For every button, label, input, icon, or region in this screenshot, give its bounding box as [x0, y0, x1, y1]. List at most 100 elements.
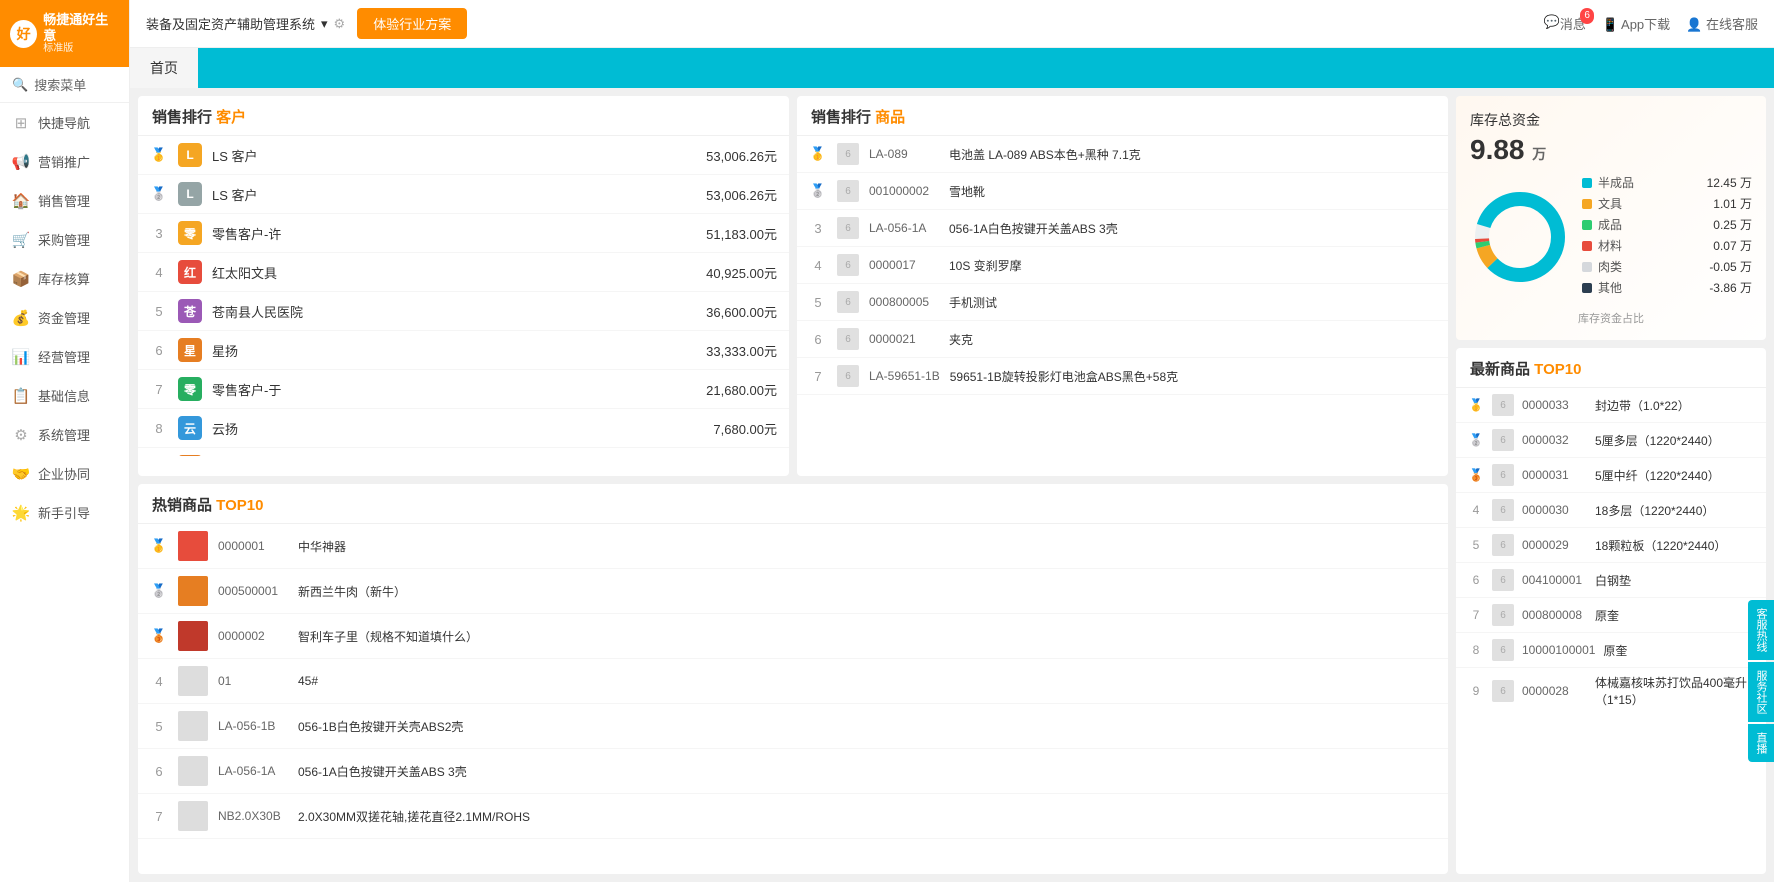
- message-btn[interactable]: 💬 6 消息: [1544, 14, 1586, 33]
- product-icon: 6: [837, 143, 859, 165]
- sidebar-item-label: 营销推广: [38, 152, 90, 171]
- table-row: 4 红 红太阳文具 40,925.00元: [138, 253, 789, 292]
- top-customers-card: 销售排行 客户 🥇 L LS 客户 53,006.26元 🥈 L LS 客户: [138, 96, 789, 476]
- chevron-down-icon: ▾: [321, 16, 328, 32]
- settings-icon[interactable]: ⚙: [334, 16, 346, 32]
- inventory-card: 库存总资金 9.88 万: [1456, 96, 1766, 340]
- legend-item: 半成品 12.45 万: [1582, 174, 1752, 191]
- rank-badge: 苍: [178, 299, 202, 323]
- float-live-btn[interactable]: 直播: [1748, 724, 1774, 762]
- sidebar-item-purchase[interactable]: 🛒 采购管理: [0, 220, 129, 259]
- legend-item: 肉类 -0.05 万: [1582, 258, 1752, 275]
- table-row: 3 6 LA-056-1A 056-1A白色按键开关盖ABS 3壳: [797, 210, 1448, 247]
- sidebar-item-label: 新手引导: [38, 503, 90, 522]
- product-image: [178, 576, 208, 606]
- new-products-title: 最新商品 TOP10: [1456, 348, 1766, 388]
- sidebar-item-cooperation[interactable]: 🤝 企业协同: [0, 454, 129, 493]
- list-item: 7 NB2.0X30B 2.0X30MM双搓花轴,搓花直径2.1MM/ROHS: [138, 794, 1448, 839]
- sidebar-item-marketing[interactable]: 📢 营销推广: [0, 142, 129, 181]
- list-item: 5 6 0000029 18颗粒板（1220*2440）: [1456, 528, 1766, 563]
- legend-item: 其他 -3.86 万: [1582, 279, 1752, 296]
- table-row: 5 苍 苍南县人民医院 36,600.00元: [138, 292, 789, 331]
- rank-badge: 星: [178, 338, 202, 362]
- top-sales-products-list: 🥇 6 LA-089 电池盖 LA-089 ABS本色+黑种 7.1克 🥈 6 …: [797, 136, 1448, 395]
- list-item: 5 LA-056-1B 056-1B白色按键开关壳ABS2壳: [138, 704, 1448, 749]
- finance-icon: 💰: [12, 309, 30, 327]
- product-icon: 6: [837, 254, 859, 276]
- product-image: [178, 666, 208, 696]
- sidebar-item-sales[interactable]: 🏠 销售管理: [0, 181, 129, 220]
- system-selector[interactable]: 装备及固定资产辅助管理系统 ▾ ⚙: [146, 14, 345, 33]
- rank-badge: 云: [178, 455, 202, 456]
- system-icon: ⚙: [12, 426, 30, 444]
- rank-badge: 零: [178, 221, 202, 245]
- top-customers-title: 销售排行 客户: [138, 96, 789, 136]
- list-item: 8 0000011 12070519-xs: [138, 839, 1448, 844]
- online-service-btn[interactable]: 👤 在线客服: [1686, 14, 1758, 33]
- table-row: 3 零 零售客户-许 51,183.00元: [138, 214, 789, 253]
- quick-nav-icon: ⊞: [12, 114, 30, 132]
- sidebar-item-operation[interactable]: 📊 经营管理: [0, 337, 129, 376]
- sidebar: 好 畅捷通好生意 标准版 🔍 搜索菜单 ⊞ 快捷导航 📢 营销推广 🏠 销售管理…: [0, 0, 130, 882]
- list-item: 7 6 000800008 原奎: [1456, 598, 1766, 633]
- list-item: 🥇 0000001 中华神器: [138, 524, 1448, 569]
- product-icon: 6: [837, 291, 859, 313]
- tab-home[interactable]: 首页: [130, 48, 198, 88]
- legend-item: 材料 0.07 万: [1582, 237, 1752, 254]
- guide-icon: 🌟: [12, 504, 30, 522]
- sidebar-item-label: 基础信息: [38, 386, 90, 405]
- table-row: 4 6 0000017 10S 变刹罗摩: [797, 247, 1448, 284]
- table-row: 🥈 6 001000002 雪地靴: [797, 173, 1448, 210]
- float-service: 客服热线 服务社区 直播: [1748, 600, 1774, 762]
- sidebar-item-label: 销售管理: [38, 191, 90, 210]
- sidebar-item-guide[interactable]: 🌟 新手引导: [0, 493, 129, 532]
- hot-products-card: 热销商品 TOP10 🥇 0000001 中华神器 🥈 000500001 新西…: [138, 484, 1448, 874]
- table-row: 🥇 6 LA-089 电池盖 LA-089 ABS本色+黑种 7.1克: [797, 136, 1448, 173]
- sidebar-item-label: 企业协同: [38, 464, 90, 483]
- basic-icon: 📋: [12, 387, 30, 405]
- service-icon: 👤: [1686, 17, 1702, 32]
- sidebar-item-inventory[interactable]: 📦 库存核算: [0, 259, 129, 298]
- product-icon: 6: [837, 328, 859, 350]
- app-download-label: App下载: [1621, 17, 1670, 32]
- sidebar-item-quick-nav[interactable]: ⊞ 快捷导航: [0, 103, 129, 142]
- sales-icon: 🏠: [12, 192, 30, 210]
- list-item: 4 01 45#: [138, 659, 1448, 704]
- float-service-btn[interactable]: 客服热线: [1748, 600, 1774, 660]
- list-item: 6 6 004100001 白钢垫: [1456, 563, 1766, 598]
- panel-left: 销售排行 客户 🥇 L LS 客户 53,006.26元 🥈 L LS 客户: [138, 96, 1448, 874]
- search-icon: 🔍: [12, 77, 28, 93]
- list-item: 🥇 6 0000033 封边带（1.0*22）: [1456, 388, 1766, 423]
- search-label: 搜索菜单: [34, 75, 86, 94]
- product-image: [178, 801, 208, 831]
- sidebar-item-basic[interactable]: 📋 基础信息: [0, 376, 129, 415]
- tab-home-label: 首页: [150, 58, 178, 78]
- rank-badge: L: [178, 182, 202, 206]
- table-row: 7 零 零售客户-于 21,680.00元: [138, 370, 789, 409]
- operation-icon: 📊: [12, 348, 30, 366]
- purchase-icon: 🛒: [12, 231, 30, 249]
- product-icon: 6: [837, 180, 859, 202]
- donut-section: 半成品 12.45 万 文具 1.01 万 成品 0.25 万: [1470, 166, 1752, 308]
- table-row: 9 云 云扬 7,680.00元: [138, 448, 789, 456]
- trial-button[interactable]: 体验行业方案: [357, 8, 467, 39]
- inventory-amount: 9.88: [1470, 134, 1525, 165]
- marketing-icon: 📢: [12, 153, 30, 171]
- logo-name: 畅捷通好生意: [43, 12, 119, 43]
- app-download-btn[interactable]: 📱 App下载: [1602, 14, 1670, 33]
- float-community-btn[interactable]: 服务社区: [1748, 662, 1774, 722]
- donut-chart: [1470, 187, 1570, 287]
- list-item: 8 6 10000100001 原奎: [1456, 633, 1766, 668]
- sidebar-item-finance[interactable]: 💰 资金管理: [0, 298, 129, 337]
- inventory-icon: 📦: [12, 270, 30, 288]
- rank-badge: 零: [178, 377, 202, 401]
- sidebar-item-system[interactable]: ⚙ 系统管理: [0, 415, 129, 454]
- top-customers-list: 🥇 L LS 客户 53,006.26元 🥈 L LS 客户 53,006.26…: [138, 136, 789, 456]
- nav-tabs: 首页: [130, 48, 1774, 88]
- table-row: 🥈 L LS 客户 53,006.26元: [138, 175, 789, 214]
- product-image: [178, 711, 208, 741]
- sidebar-item-label: 系统管理: [38, 425, 90, 444]
- list-item: 🥈 000500001 新西兰牛肉（新牛）: [138, 569, 1448, 614]
- product-icon: 6: [837, 217, 859, 239]
- sidebar-search[interactable]: 🔍 搜索菜单: [0, 67, 129, 103]
